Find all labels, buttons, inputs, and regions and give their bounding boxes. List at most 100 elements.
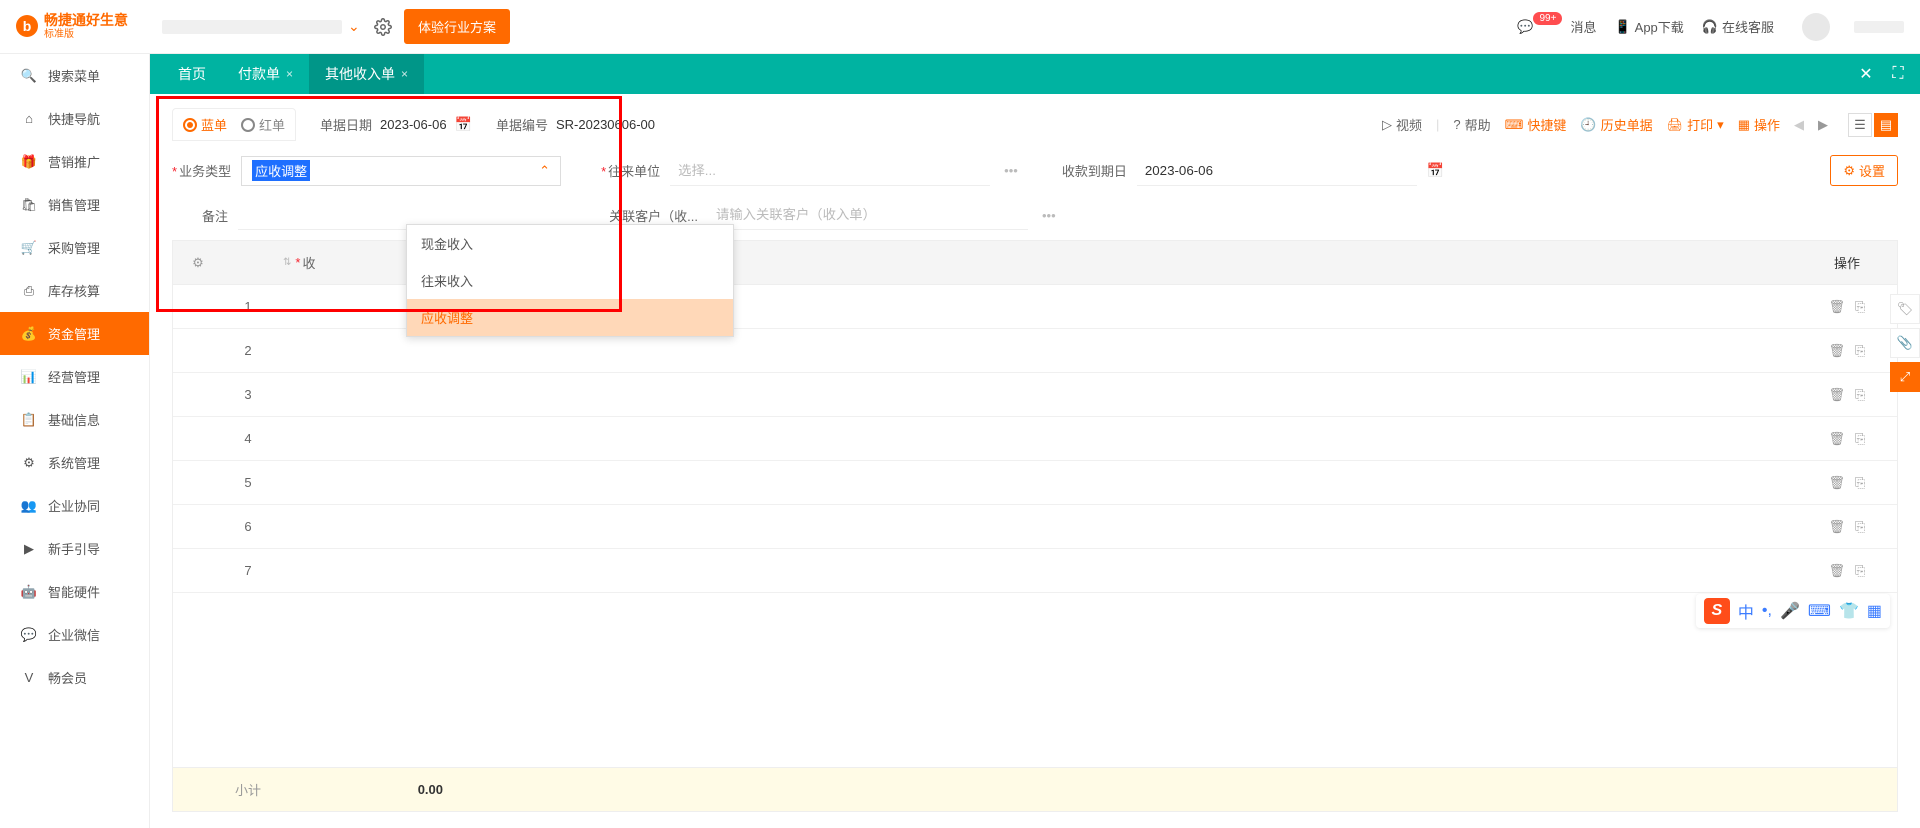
delete-icon[interactable]: 🗑 <box>1829 563 1846 579</box>
rail-expand-icon[interactable]: ⤢ <box>1890 362 1920 392</box>
tab-payment[interactable]: 付款单× <box>222 54 309 94</box>
sidebar-item-sales[interactable]: 🛍销售管理 <box>0 183 149 226</box>
ime-punct-icon[interactable]: •, <box>1762 602 1772 620</box>
copy-icon[interactable]: ⎘ <box>1855 475 1865 491</box>
sidebar-item-funds[interactable]: 💰资金管理 <box>0 312 149 355</box>
phone-icon: 📱 <box>1614 19 1630 35</box>
print-button[interactable]: 🖨打印▾ <box>1667 115 1724 134</box>
next-icon[interactable]: ▶ <box>1818 117 1828 133</box>
tabs-bar: 首页 付款单× 其他收入单× ✕ ⛶ <box>150 54 1920 94</box>
calendar-icon[interactable]: 📅 <box>455 116 472 133</box>
dropdown-option[interactable]: 现金收入 <box>407 225 733 262</box>
view-card-button[interactable]: ▤ <box>1874 113 1898 137</box>
sidebar-item-member[interactable]: V畅会员 <box>0 656 149 699</box>
right-rail: 🏷 📎 ⤢ <box>1890 294 1920 392</box>
logo-icon: b <box>16 15 38 37</box>
copy-icon[interactable]: ⎘ <box>1855 299 1865 315</box>
unit-input[interactable] <box>670 156 990 186</box>
table-settings-icon[interactable]: ⚙ <box>173 255 223 271</box>
sidebar-item-purchase[interactable]: 🛒采购管理 <box>0 226 149 269</box>
sidebar-item-collab[interactable]: 👥企业协同 <box>0 484 149 527</box>
headset-icon: 🎧 <box>1702 19 1718 35</box>
table-row[interactable]: 7🗑⎘ <box>173 549 1897 593</box>
dropdown-option[interactable]: 应收调整 <box>407 299 733 336</box>
table-row[interactable]: 3🗑⎘ <box>173 373 1897 417</box>
settings-button[interactable]: ⚙设置 <box>1830 155 1898 186</box>
rail-tag-icon[interactable]: 🏷 <box>1890 294 1920 324</box>
more-icon[interactable]: ••• <box>1038 208 1060 223</box>
sidebar-item-quick-nav[interactable]: ⌂快捷导航 <box>0 97 149 140</box>
table-row[interactable]: 5🗑⎘ <box>173 461 1897 505</box>
copy-icon[interactable]: ⎘ <box>1855 343 1865 359</box>
rail-attach-icon[interactable]: 📎 <box>1890 328 1920 358</box>
biz-type-select[interactable]: 应收调整 ⌃ <box>241 156 561 186</box>
sort-icon[interactable]: ⇅ <box>283 257 291 268</box>
table-row[interactable]: 4 🗑 ⎘ <box>173 417 1897 461</box>
delete-icon[interactable]: 🗑 <box>1829 299 1846 315</box>
radio-blue[interactable]: 蓝单 <box>183 115 227 134</box>
sidebar-item-hardware[interactable]: 🤖智能硬件 <box>0 570 149 613</box>
dropdown-option[interactable]: 往来收入 <box>407 262 733 299</box>
shortcut-button[interactable]: ⌨快捷键 <box>1505 115 1567 134</box>
radio-red[interactable]: 红单 <box>241 115 285 134</box>
history-button[interactable]: 🕘历史单据 <box>1580 115 1652 134</box>
tab-other-income[interactable]: 其他收入单× <box>309 54 424 94</box>
related-customer-input[interactable] <box>708 200 1028 230</box>
company-selector[interactable]: ⌄ <box>162 18 362 35</box>
close-all-icon[interactable]: ✕ <box>1854 62 1878 86</box>
tab-home[interactable]: 首页 <box>162 54 222 94</box>
sidebar-item-search-menu[interactable]: 🔍搜索菜单 <box>0 54 149 97</box>
sidebar-item-business[interactable]: 📊经营管理 <box>0 355 149 398</box>
delete-icon[interactable]: 🗑 <box>1829 475 1846 491</box>
sidebar-item-basic-info[interactable]: 📋基础信息 <box>0 398 149 441</box>
info-icon: 📋 <box>20 411 38 429</box>
more-icon[interactable]: ••• <box>1000 163 1022 178</box>
due-date-input[interactable] <box>1137 156 1417 186</box>
copy-icon[interactable]: ⎘ <box>1855 387 1865 403</box>
row-index: 4 <box>223 431 273 446</box>
delete-icon[interactable]: 🗑 <box>1829 343 1846 359</box>
message-icon: 💬 <box>1517 19 1533 35</box>
sogou-logo-icon[interactable]: S <box>1704 598 1730 624</box>
chevron-down-icon: ⌄ <box>348 18 360 35</box>
copy-icon[interactable]: ⎘ <box>1855 563 1865 579</box>
app-download-button[interactable]: 📱 App下载 <box>1614 17 1683 36</box>
online-service-button[interactable]: 🎧 在线客服 <box>1702 17 1774 36</box>
sidebar-item-guide[interactable]: ▶新手引导 <box>0 527 149 570</box>
guide-icon: ▶ <box>20 540 38 558</box>
view-list-button[interactable]: ☰ <box>1848 113 1872 137</box>
delete-icon[interactable]: 🗑 <box>1829 519 1846 535</box>
sidebar-item-wechat[interactable]: 💬企业微信 <box>0 613 149 656</box>
unit-field: *往来单位 ••• <box>601 156 1022 186</box>
operate-button[interactable]: ▦操作 <box>1738 115 1780 134</box>
close-icon[interactable]: × <box>401 67 408 81</box>
ime-grid-icon[interactable]: ▦ <box>1867 601 1882 621</box>
prev-icon[interactable]: ◀ <box>1794 117 1804 133</box>
gear-icon[interactable] <box>374 18 392 36</box>
bag-icon: 🛒 <box>20 239 38 257</box>
delete-icon[interactable]: 🗑 <box>1829 431 1846 447</box>
logo-subtitle: 标准版 <box>44 29 128 40</box>
industry-plan-button[interactable]: 体验行业方案 <box>404 9 510 44</box>
video-button[interactable]: ▷视频 <box>1382 115 1422 134</box>
copy-icon[interactable]: ⎘ <box>1855 519 1865 535</box>
sidebar-item-system[interactable]: ⚙系统管理 <box>0 441 149 484</box>
table-row[interactable]: 6🗑⎘ <box>173 505 1897 549</box>
sidebar-item-inventory[interactable]: ⎙库存核算 <box>0 269 149 312</box>
copy-icon[interactable]: ⎘ <box>1855 431 1865 447</box>
fullscreen-icon[interactable]: ⛶ <box>1886 62 1910 86</box>
sidebar-item-marketing[interactable]: 🎁营销推广 <box>0 140 149 183</box>
box-icon: ⎙ <box>20 282 38 300</box>
calendar-icon[interactable]: 📅 <box>1427 162 1444 179</box>
ime-skin-icon[interactable]: 👕 <box>1839 601 1859 621</box>
delete-icon[interactable]: 🗑 <box>1829 387 1846 403</box>
ime-mic-icon[interactable]: 🎤 <box>1780 601 1800 621</box>
avatar[interactable] <box>1802 13 1830 41</box>
close-icon[interactable]: × <box>286 67 293 81</box>
help-button[interactable]: ?帮助 <box>1453 115 1490 134</box>
gift-icon: 🎁 <box>20 153 38 171</box>
ime-keyboard-icon[interactable]: ⌨ <box>1808 601 1831 621</box>
money-icon: 💰 <box>20 325 38 343</box>
ime-mode[interactable]: 中 <box>1738 599 1754 623</box>
messages-button[interactable]: 💬 99+ 消息 <box>1517 17 1596 36</box>
